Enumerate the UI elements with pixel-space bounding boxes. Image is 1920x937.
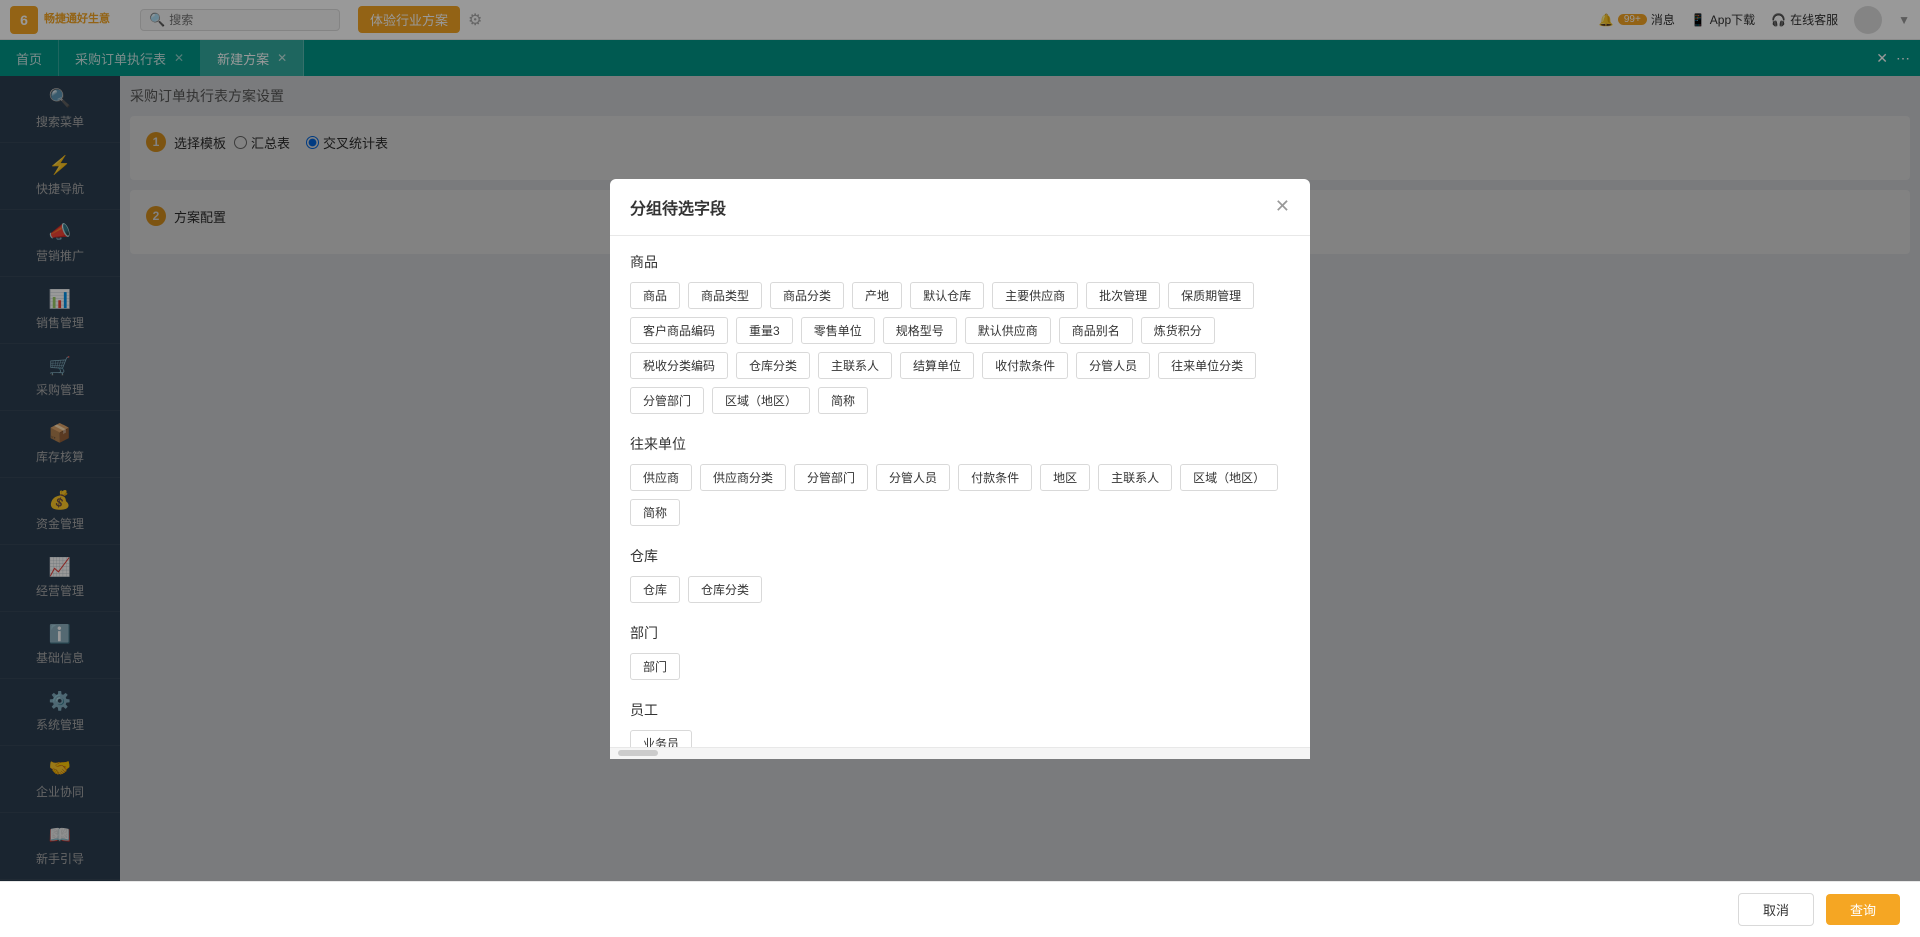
- field-dept[interactable]: 部门: [630, 653, 680, 680]
- modal-body: 商品 商品 商品类型 商品分类 产地 默认仓库 主要供应商 批次管理 保质期管理…: [610, 236, 1310, 747]
- field-dept-c[interactable]: 分管部门: [794, 464, 868, 491]
- modal-overlay: 分组待选字段 ✕ 商品 商品 商品类型 商品分类 产地 默认仓库 主要供应商 批…: [0, 0, 1920, 937]
- product-fields-grid: 商品 商品类型 商品分类 产地 默认仓库 主要供应商 批次管理 保质期管理 客户…: [630, 282, 1290, 414]
- category-employee-title: 员工: [630, 700, 1290, 720]
- field-warehouse-category[interactable]: 仓库分类: [688, 576, 762, 603]
- field-salesperson[interactable]: 业务员: [630, 730, 692, 747]
- employee-fields-grid: 业务员: [630, 730, 1290, 747]
- field-warehouse-cat[interactable]: 仓库分类: [736, 352, 810, 379]
- category-counterpart: 往来单位 供应商 供应商分类 分管部门 分管人员 付款条件 地区 主联系人 区域…: [630, 434, 1290, 526]
- field-payment-terms[interactable]: 收付款条件: [982, 352, 1068, 379]
- category-employee: 员工 业务员: [630, 700, 1290, 747]
- field-weight[interactable]: 重量3: [736, 317, 793, 344]
- field-dept-charge[interactable]: 分管人员: [1076, 352, 1150, 379]
- field-main-supplier[interactable]: 主要供应商: [992, 282, 1078, 309]
- confirm-button[interactable]: 查询: [1826, 894, 1900, 925]
- field-batch-mgmt[interactable]: 批次管理: [1086, 282, 1160, 309]
- counterpart-fields-grid: 供应商 供应商分类 分管部门 分管人员 付款条件 地区 主联系人 区域（地区） …: [630, 464, 1290, 526]
- field-region-product[interactable]: 区域（地区）: [712, 387, 810, 414]
- field-person-c[interactable]: 分管人员: [876, 464, 950, 491]
- field-tax-code[interactable]: 税收分类编码: [630, 352, 728, 379]
- field-origin[interactable]: 产地: [852, 282, 902, 309]
- field-points[interactable]: 炼货积分: [1141, 317, 1215, 344]
- field-contact-c[interactable]: 主联系人: [1098, 464, 1172, 491]
- field-abbr-product[interactable]: 简称: [818, 387, 868, 414]
- field-product-category[interactable]: 商品分类: [770, 282, 844, 309]
- field-payment-c[interactable]: 付款条件: [958, 464, 1032, 491]
- field-spec-model[interactable]: 规格型号: [883, 317, 957, 344]
- category-product: 商品 商品 商品类型 商品分类 产地 默认仓库 主要供应商 批次管理 保质期管理…: [630, 252, 1290, 414]
- field-counterpart-cat[interactable]: 往来单位分类: [1158, 352, 1256, 379]
- field-main-contact[interactable]: 主联系人: [818, 352, 892, 379]
- field-warehouse[interactable]: 仓库: [630, 576, 680, 603]
- category-counterpart-title: 往来单位: [630, 434, 1290, 454]
- field-area-c[interactable]: 地区: [1040, 464, 1090, 491]
- category-dept: 部门 部门: [630, 623, 1290, 680]
- field-supplier-cat[interactable]: 供应商分类: [700, 464, 786, 491]
- field-region-c[interactable]: 区域（地区）: [1180, 464, 1278, 491]
- field-retail-unit[interactable]: 零售单位: [801, 317, 875, 344]
- field-default-warehouse[interactable]: 默认仓库: [910, 282, 984, 309]
- dept-fields-grid: 部门: [630, 653, 1290, 680]
- modal-dialog: 分组待选字段 ✕ 商品 商品 商品类型 商品分类 产地 默认仓库 主要供应商 批…: [610, 179, 1310, 759]
- modal-close-button[interactable]: ✕: [1275, 196, 1290, 217]
- category-product-title: 商品: [630, 252, 1290, 272]
- field-expiry-mgmt[interactable]: 保质期管理: [1168, 282, 1254, 309]
- field-dept-manage[interactable]: 分管部门: [630, 387, 704, 414]
- field-abbr-c[interactable]: 简称: [630, 499, 680, 526]
- warehouse-fields-grid: 仓库 仓库分类: [630, 576, 1290, 603]
- footer-bar: 取消 查询: [0, 881, 1920, 937]
- cancel-button[interactable]: 取消: [1738, 893, 1814, 926]
- field-settlement-unit[interactable]: 结算单位: [900, 352, 974, 379]
- modal-horizontal-scrollbar[interactable]: [610, 747, 1310, 759]
- modal-header: 分组待选字段 ✕: [610, 179, 1310, 236]
- field-product[interactable]: 商品: [630, 282, 680, 309]
- category-dept-title: 部门: [630, 623, 1290, 643]
- field-default-supplier[interactable]: 默认供应商: [965, 317, 1051, 344]
- field-product-type[interactable]: 商品类型: [688, 282, 762, 309]
- field-product-alias[interactable]: 商品别名: [1059, 317, 1133, 344]
- field-customer-sku[interactable]: 客户商品编码: [630, 317, 728, 344]
- modal-title: 分组待选字段: [630, 195, 726, 219]
- category-warehouse: 仓库 仓库 仓库分类: [630, 546, 1290, 603]
- category-warehouse-title: 仓库: [630, 546, 1290, 566]
- field-supplier[interactable]: 供应商: [630, 464, 692, 491]
